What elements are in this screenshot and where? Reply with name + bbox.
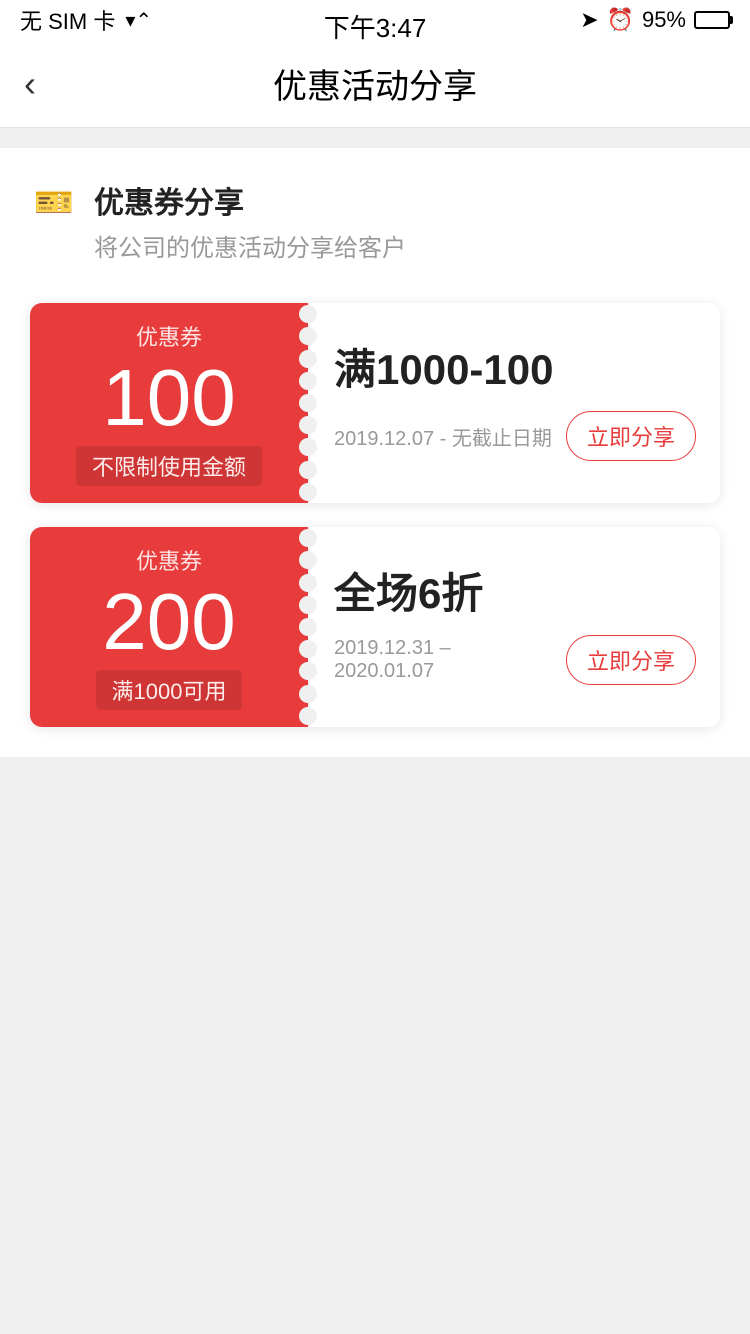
section-title: 优惠券分享 [94,178,406,222]
status-right: ➤ ⏰ 95% [580,7,730,33]
section-subtitle: 将公司的优惠活动分享给客户 [94,228,406,263]
coupon-left-2: 优惠券 200 满1000可用 [30,527,308,727]
coupon-condition-1: 不限制使用金额 [76,446,262,486]
coupon-right-2: 全场6折 2019.12.31 – 2020.01.07 立即分享 [308,527,720,727]
status-bar: 无 SIM 卡 ▾⌃ 下午3:47 ➤ ⏰ 95% [0,0,750,40]
coupon-date-2: 2019.12.31 – 2020.01.07 [334,637,554,683]
top-divider [0,128,750,148]
section-text-group: 优惠券分享 将公司的优惠活动分享给客户 [94,178,406,263]
nav-bar: ‹ 优惠活动分享 [0,40,750,128]
coupon-label-2: 优惠券 [136,544,202,576]
page-title: 优惠活动分享 [273,59,477,108]
status-left: 无 SIM 卡 ▾⌃ [20,4,152,36]
share-button-2[interactable]: 立即分享 [566,635,696,685]
battery-percent: 95% [642,7,686,33]
back-button[interactable]: ‹ [24,63,36,105]
share-button-1[interactable]: 立即分享 [566,411,696,461]
coupon-card-1: 优惠券 100 不限制使用金额 满1000-100 [30,303,720,503]
coupon-footer-2: 2019.12.31 – 2020.01.07 立即分享 [334,635,696,685]
carrier-label: 无 SIM 卡 [20,4,115,36]
coupon-label-1: 优惠券 [136,320,202,352]
coupon-date-1: 2019.12.07 - 无截止日期 [334,422,554,451]
coupon-name-1: 满1000-100 [334,345,696,395]
coupon-name-2: 全场6折 [334,569,696,619]
coupon-list: 优惠券 100 不限制使用金额 满1000-100 [0,283,750,757]
coupon-amount-1: 100 [102,358,235,438]
wifi-icon: ▾⌃ [125,8,152,33]
battery-icon [694,11,730,29]
coupon-right-1: 满1000-100 2019.12.07 - 无截止日期 立即分享 [308,303,720,503]
coupon-amount-2: 200 [102,582,235,662]
coupon-card-2: 优惠券 200 满1000可用 全场6折 2019. [30,527,720,727]
coupon-left-1: 优惠券 100 不限制使用金额 [30,303,308,503]
coupon-condition-2: 满1000可用 [96,670,243,710]
location-icon: ➤ [580,7,598,33]
section-header: 🎫 优惠券分享 将公司的优惠活动分享给客户 [0,148,750,283]
coupon-footer-1: 2019.12.07 - 无截止日期 立即分享 [334,411,696,461]
alarm-icon: ⏰ [607,7,634,33]
coupon-section-icon: 🎫 [30,178,78,226]
